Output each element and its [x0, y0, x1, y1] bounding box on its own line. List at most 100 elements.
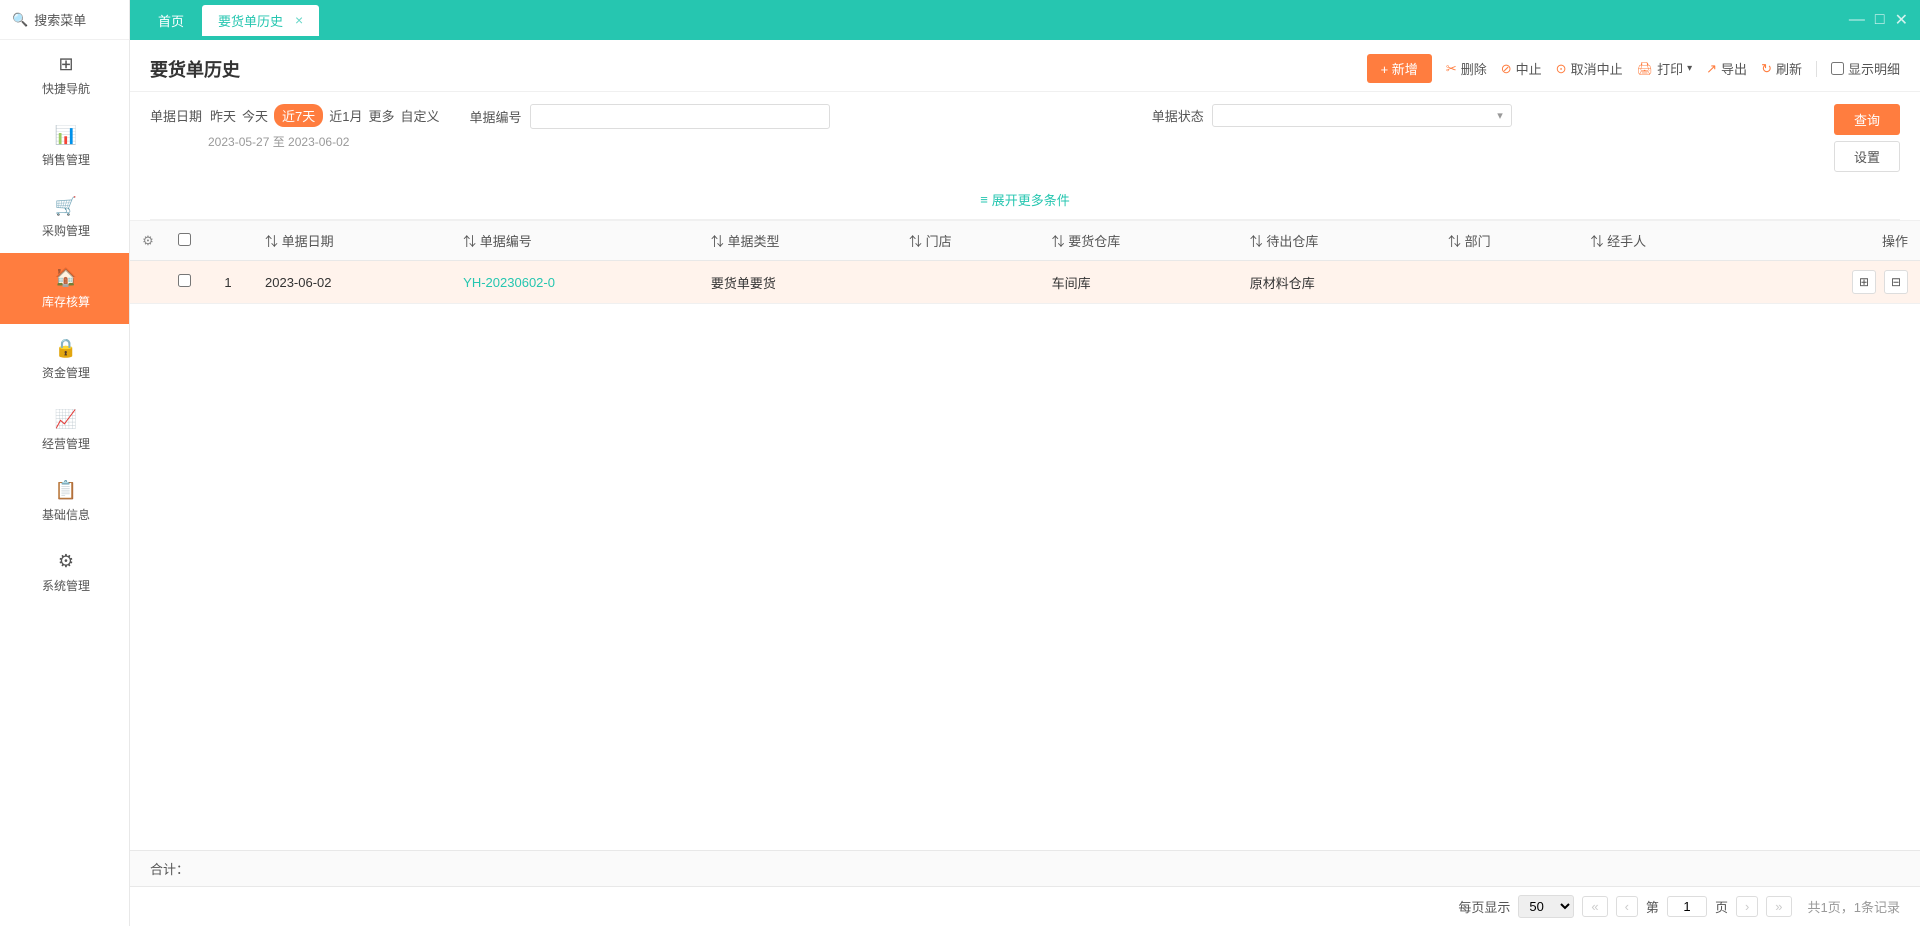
sidebar-item-base-info[interactable]: 📋 基础信息 [0, 466, 129, 537]
col-pendwh-header: ⇅ 待出仓库 [1238, 221, 1436, 261]
finance-icon: 🔒 [55, 338, 77, 359]
total-label: 合计： [150, 859, 189, 878]
window-close-btn[interactable]: ✕ [1895, 10, 1908, 30]
col-settings-icon[interactable]: ⚙ [142, 233, 154, 248]
print-icon: 🖨 [1637, 61, 1654, 77]
show-detail-input[interactable] [1831, 62, 1844, 75]
sidebar-item-sys-mgmt[interactable]: ⚙ 系统管理 [0, 537, 129, 608]
date-quick-options: 昨天 今天 近7天 近1月 更多 自定义 [210, 104, 440, 127]
tab-active[interactable]: 要货单历史 × [202, 5, 319, 36]
show-detail-label: 显示明细 [1848, 59, 1900, 78]
tab-home[interactable]: 首页 [142, 5, 200, 36]
toolbar: + 新增 ✂ 删除 ⊘ 中止 ⊙ 取消中止 🖨 打印 ▾ [1367, 54, 1900, 83]
page-title: 要货单历史 [150, 56, 240, 82]
refresh-button[interactable]: ↻ 刷新 [1761, 59, 1802, 78]
table-header-row: ⚙ ⇅ 单据日期 ⇅ 单据编号 ⇅ 单据类型 [130, 221, 1920, 261]
row-1-dept [1436, 261, 1579, 304]
date-yesterday[interactable]: 昨天 [210, 106, 236, 125]
prev-page-btn[interactable]: ‹ [1616, 896, 1638, 917]
settings-button[interactable]: 设置 [1834, 141, 1900, 172]
refresh-icon: ↻ [1761, 61, 1772, 77]
row-1-action-btns: ⊞ ⊟ [1761, 270, 1908, 294]
doc-no-input[interactable] [530, 104, 830, 129]
page-number-input[interactable] [1667, 896, 1707, 917]
col-actions-header: 操作 [1749, 221, 1920, 261]
window-maximize-btn[interactable]: □ [1875, 11, 1885, 29]
expand-more-icon: ≡ [980, 192, 988, 207]
col-settings: ⚙ [130, 221, 166, 261]
date-custom[interactable]: 自定义 [401, 106, 440, 125]
quick-nav-icon: ⊞ [58, 54, 73, 75]
next-page-btn[interactable]: › [1736, 896, 1758, 917]
doc-no-label: 单据编号 [470, 107, 522, 126]
sidebar-item-finance[interactable]: 🔒 资金管理 [0, 324, 129, 395]
sidebar-item-inventory[interactable]: 🏠 库存核算 [0, 253, 129, 324]
sidebar-item-label: 库存核算 [42, 293, 90, 310]
query-button[interactable]: 查询 [1834, 104, 1900, 135]
date-filter-label: 单据日期 [150, 106, 202, 125]
date-more[interactable]: 更多 [369, 106, 395, 125]
sidebar-item-purchase-mgmt[interactable]: 🛒 采购管理 [0, 182, 129, 253]
select-all-checkbox[interactable] [178, 233, 191, 246]
sidebar-item-label: 基础信息 [42, 506, 90, 523]
sidebar-item-label: 采购管理 [42, 222, 90, 239]
page-label-before: 第 [1646, 897, 1659, 916]
print-dropdown-icon: ▾ [1687, 63, 1692, 74]
last-page-btn[interactable]: » [1766, 896, 1791, 917]
date-last7days[interactable]: 近7天 [274, 104, 323, 127]
page-size-select[interactable]: 10 20 50 100 [1518, 895, 1574, 918]
window-minimize-btn[interactable]: — [1849, 11, 1865, 29]
doc-no-filter-group: 单据编号 [470, 104, 1122, 129]
row-1-actions: ⊞ ⊟ [1749, 261, 1920, 304]
first-page-btn[interactable]: « [1582, 896, 1607, 917]
col-num [203, 221, 253, 261]
content-area: 要货单历史 + 新增 ✂ 删除 ⊘ 中止 ⊙ 取消中止 🖨 打印 [130, 40, 1920, 926]
cancel-stop-icon: ⊙ [1556, 61, 1567, 77]
date-last1month[interactable]: 近1月 [329, 106, 362, 125]
row-1-docno-link[interactable]: YH-20230602-0 [463, 275, 555, 290]
row-1-docno[interactable]: YH-20230602-0 [451, 261, 699, 304]
row-1-store [897, 261, 1040, 304]
status-dropdown-icon[interactable]: ▾ [1497, 109, 1503, 122]
delete-label: 删除 [1461, 59, 1487, 78]
col-date-header: ⇅ 单据日期 [253, 221, 451, 261]
date-range-display: 2023-05-27 至 2023-06-02 [208, 133, 440, 150]
expand-more-btn[interactable]: ≡ 展开更多条件 [980, 184, 1070, 215]
table-footer: 合计： [130, 850, 1920, 886]
row-1-reqwh: 车间库 [1040, 261, 1238, 304]
sidebar-item-quick-nav[interactable]: ⊞ 快捷导航 [0, 40, 129, 111]
sys-mgmt-icon: ⚙ [58, 551, 74, 572]
sidebar-item-operations[interactable]: 📈 经营管理 [0, 395, 129, 466]
cancel-stop-label: 取消中止 [1571, 59, 1623, 78]
pagination: 每页显示 10 20 50 100 « ‹ 第 页 › » 共1页，1条记录 [130, 886, 1920, 926]
row-1-detail-btn[interactable]: ⊟ [1884, 270, 1908, 294]
sales-icon: 📊 [55, 125, 77, 146]
row-1-edit-btn[interactable]: ⊞ [1852, 270, 1876, 294]
tab-close-icon[interactable]: × [295, 12, 303, 28]
delete-button[interactable]: ✂ 删除 [1446, 59, 1487, 78]
status-input[interactable] [1221, 108, 1497, 123]
export-button[interactable]: ↗ 导出 [1706, 59, 1747, 78]
expand-more-label: 展开更多条件 [992, 190, 1070, 209]
print-label: 打印 [1657, 59, 1683, 78]
sidebar-search[interactable]: 🔍 搜索菜单 [0, 0, 129, 40]
stop-label: 中止 [1516, 59, 1542, 78]
expand-more-row: ≡ 展开更多条件 [150, 180, 1900, 220]
row-1-check [166, 261, 203, 304]
page-header: 要货单历史 + 新增 ✂ 删除 ⊘ 中止 ⊙ 取消中止 🖨 打印 [130, 40, 1920, 92]
col-reqwh-header: ⇅ 要货仓库 [1040, 221, 1238, 261]
export-label: 导出 [1721, 59, 1747, 78]
print-button[interactable]: 🖨 打印 ▾ [1637, 59, 1693, 78]
sidebar-item-label: 系统管理 [42, 577, 90, 594]
row-1-checkbox[interactable] [178, 274, 191, 287]
stop-button[interactable]: ⊘ 中止 [1501, 59, 1542, 78]
date-today[interactable]: 今天 [242, 106, 268, 125]
refresh-label: 刷新 [1776, 59, 1802, 78]
sidebar-item-sales-mgmt[interactable]: 📊 销售管理 [0, 111, 129, 182]
show-detail-checkbox[interactable]: 显示明细 [1831, 59, 1900, 78]
new-button[interactable]: + 新增 [1367, 54, 1432, 83]
tab-active-label: 要货单历史 [218, 11, 283, 30]
col-store-header: ⇅ 门店 [897, 221, 1040, 261]
cancel-stop-button[interactable]: ⊙ 取消中止 [1556, 59, 1623, 78]
filter-main-row: 单据日期 昨天 今天 近7天 近1月 更多 自定义 2023-05-27 至 2… [150, 104, 1900, 172]
